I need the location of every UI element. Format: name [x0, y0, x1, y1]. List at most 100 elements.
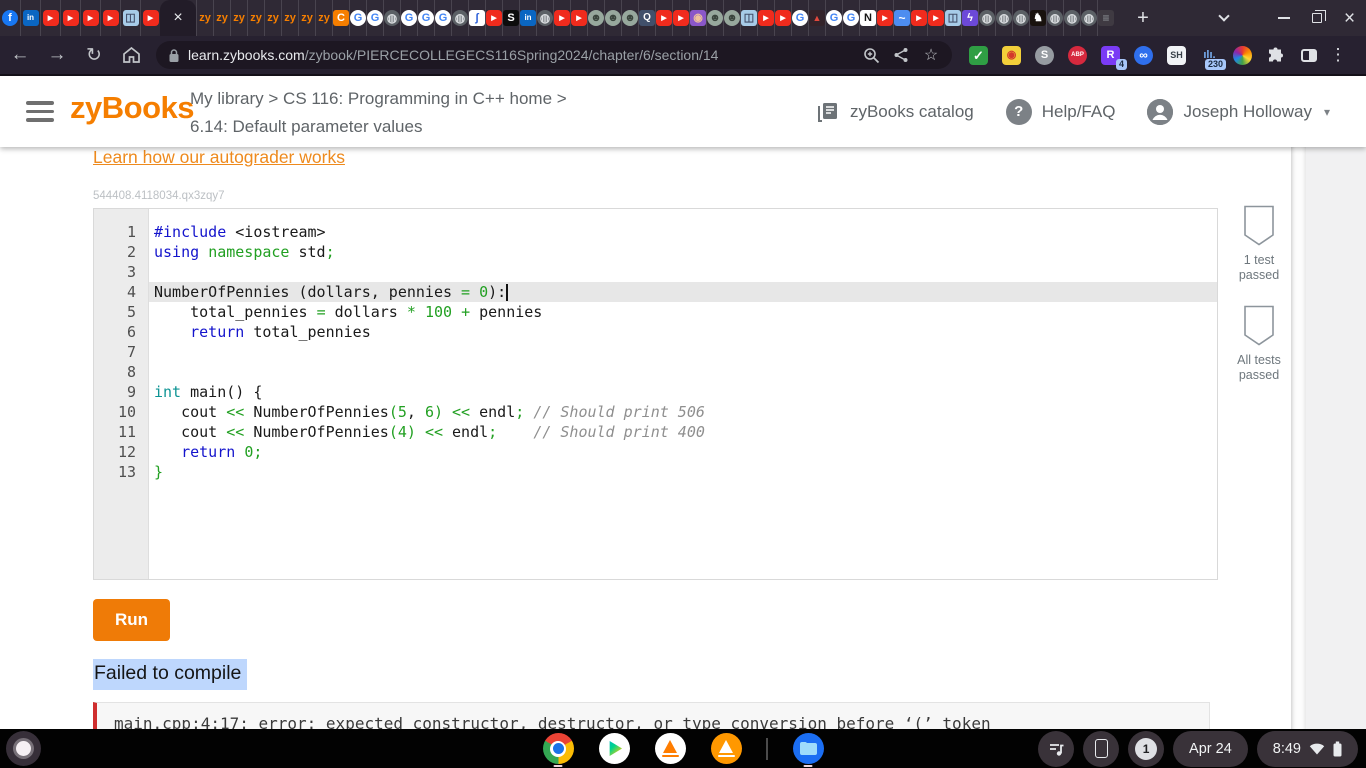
browser-tab-globe[interactable]: ◍ — [1063, 0, 1080, 36]
code-line-10[interactable]: cout << NumberOfPennies(5, 6) << endl; /… — [149, 402, 1217, 422]
browser-tab-ig[interactable]: ◫ — [740, 0, 757, 36]
code-editor[interactable]: 1 2 3 4 5 6 7 8 9 10 11 12 13 #include <iostream> usi… — [93, 208, 1218, 580]
browser-tab-tower[interactable]: ▲ — [808, 0, 825, 36]
help-link[interactable]: ? Help/FAQ — [1005, 98, 1115, 125]
url-text[interactable]: learn.zybooks.com/zybook/PIERCECOLLEGECS… — [188, 47, 856, 63]
browser-tab-zy[interactable]: zy — [247, 0, 264, 36]
zybooks-logo[interactable]: zyBooks — [70, 90, 194, 126]
launcher-button[interactable] — [6, 731, 41, 766]
browser-tab-yt[interactable]: ▶ — [140, 0, 160, 36]
browser-tab-c[interactable]: C — [332, 0, 349, 36]
code-line-13[interactable]: } — [149, 462, 1217, 482]
browser-tab-globe[interactable]: ◍ — [1046, 0, 1063, 36]
user-menu[interactable]: Joseph Holloway ▾ — [1147, 98, 1330, 125]
ext-adblock-icon[interactable]: ABP — [1061, 38, 1094, 72]
code-line-7[interactable] — [149, 342, 1217, 362]
forward-button[interactable]: → — [40, 38, 74, 72]
catalog-link[interactable]: zyBooks catalog — [816, 100, 974, 124]
browser-tab-g[interactable]: G — [791, 0, 808, 36]
browser-tab-yt[interactable]: ▶ — [910, 0, 927, 36]
zoom-page-button[interactable] — [856, 42, 886, 68]
code-line-12[interactable]: return 0; — [149, 442, 1217, 462]
browser-tab-globe[interactable]: ◍ — [1012, 0, 1029, 36]
browser-tab-yt[interactable]: ▶ — [100, 0, 120, 36]
ext-swirl-icon[interactable] — [1226, 38, 1259, 72]
autograder-link[interactable]: Learn how our autograder works — [93, 147, 345, 168]
browser-tab-in[interactable]: in — [519, 0, 536, 36]
phone-hub-button[interactable] — [1083, 730, 1120, 767]
breadcrumb-line-1[interactable]: My library > CS 116: Programming in C++ … — [190, 89, 567, 108]
code-line-11[interactable]: cout << NumberOfPennies(4) << endl; // S… — [149, 422, 1217, 442]
back-button[interactable]: ← — [3, 38, 37, 72]
browser-tab-curve[interactable]: ʃ — [468, 0, 485, 36]
browser-tab-globe[interactable]: ◍ — [536, 0, 553, 36]
code-line-1[interactable]: #include <iostream> — [149, 222, 1217, 242]
play-app-icon[interactable] — [598, 729, 630, 768]
restore-button[interactable] — [1300, 0, 1333, 36]
browser-tab-face[interactable]: ☻ — [621, 0, 638, 36]
browser-tab-yt[interactable]: ▶ — [40, 0, 60, 36]
browser-tab-zy[interactable]: zy — [315, 0, 332, 36]
quick-settings-button[interactable]: 8:49 — [1256, 730, 1358, 767]
browser-tab-ig[interactable]: ◫ — [120, 0, 140, 36]
browser-tab-s[interactable]: S — [502, 0, 519, 36]
browser-tab-yt[interactable]: ▶ — [570, 0, 587, 36]
browser-tab-ig[interactable]: ◫ — [944, 0, 961, 36]
ext-sh-icon[interactable]: SH — [1160, 38, 1193, 72]
browser-tab-yt[interactable]: ▶ — [80, 0, 100, 36]
browser-tab-yt[interactable]: ▶ — [60, 0, 80, 36]
browser-tab-g[interactable]: G — [417, 0, 434, 36]
ext-camera-icon[interactable]: ◉ — [995, 38, 1028, 72]
browser-tab-g[interactable]: G — [400, 0, 417, 36]
browser-tab-zy[interactable]: zy — [281, 0, 298, 36]
chrome-app-icon[interactable] — [542, 729, 574, 768]
browser-tab-yt[interactable]: ▶ — [927, 0, 944, 36]
reload-button[interactable]: ↻ — [77, 38, 111, 72]
code-line-8[interactable] — [149, 362, 1217, 382]
media-controls-button[interactable] — [1038, 730, 1075, 767]
browser-tab-bolt[interactable]: ϟ — [961, 0, 978, 36]
browser-tab-zy[interactable]: zy — [196, 0, 213, 36]
browser-tab-globe[interactable]: ◍ — [451, 0, 468, 36]
extensions-puzzle-button[interactable] — [1259, 38, 1292, 72]
browser-tab-face[interactable]: ☻ — [706, 0, 723, 36]
bookmark-button[interactable]: ☆ — [916, 42, 946, 68]
browser-menu-button[interactable]: ⋮ — [1325, 45, 1351, 65]
browser-tab-g[interactable]: G — [349, 0, 366, 36]
browser-tab-yt[interactable]: ▶ — [757, 0, 774, 36]
browser-tab-q[interactable]: Q — [638, 0, 655, 36]
browser-tab-yt[interactable]: ▶ — [876, 0, 893, 36]
address-bar[interactable]: learn.zybooks.com/zybook/PIERCECOLLEGECS… — [156, 41, 952, 69]
ext-signal-icon[interactable]: ılı. 230 — [1193, 38, 1226, 72]
browser-tab-n[interactable]: N — [859, 0, 876, 36]
browser-tab-zy[interactable]: zy — [213, 0, 230, 36]
minimize-button[interactable] — [1267, 0, 1300, 36]
tab-search-chevron-icon[interactable] — [1209, 0, 1239, 36]
ext-r-icon[interactable]: R4 — [1094, 38, 1127, 72]
browser-tab-face[interactable]: ☻ — [587, 0, 604, 36]
code-line-9[interactable]: int main() { — [149, 382, 1217, 402]
hamburger-menu-icon[interactable] — [26, 101, 54, 127]
browser-tab-yt[interactable]: ▶ — [672, 0, 689, 36]
browser-tab-fb[interactable]: f — [0, 0, 20, 36]
browser-tab-face[interactable]: ☻ — [723, 0, 740, 36]
close-icon[interactable]: × — [1344, 9, 1355, 28]
browser-tab-yt[interactable]: ▶ — [774, 0, 791, 36]
browser-tab-yt[interactable]: ▶ — [655, 0, 672, 36]
code-line-5[interactable]: total_pennies = dollars * 100 + pennies — [149, 302, 1217, 322]
close-window-button[interactable]: × — [1333, 0, 1366, 36]
breadcrumb-line-2[interactable]: 6.14: Default parameter values — [190, 117, 422, 136]
browser-tab-g[interactable]: G — [842, 0, 859, 36]
browser-tab-yt[interactable]: ▶ — [553, 0, 570, 36]
browser-tab-zy[interactable]: zy — [230, 0, 247, 36]
browser-tab-globe[interactable]: ◍ — [978, 0, 995, 36]
tab-close-icon[interactable]: × — [173, 10, 182, 26]
run-button[interactable]: Run — [93, 599, 170, 641]
ext-infinity-icon[interactable]: ∞ — [1127, 38, 1160, 72]
code-line-6[interactable]: return total_pennies — [149, 322, 1217, 342]
share-button[interactable] — [886, 42, 916, 68]
code-line-2[interactable]: using namespace std; — [149, 242, 1217, 262]
ext-checkmark-icon[interactable]: ✓ — [962, 38, 995, 72]
browser-tab-printer[interactable]: ≡ — [1097, 0, 1114, 36]
browser-tab-g[interactable]: G — [366, 0, 383, 36]
